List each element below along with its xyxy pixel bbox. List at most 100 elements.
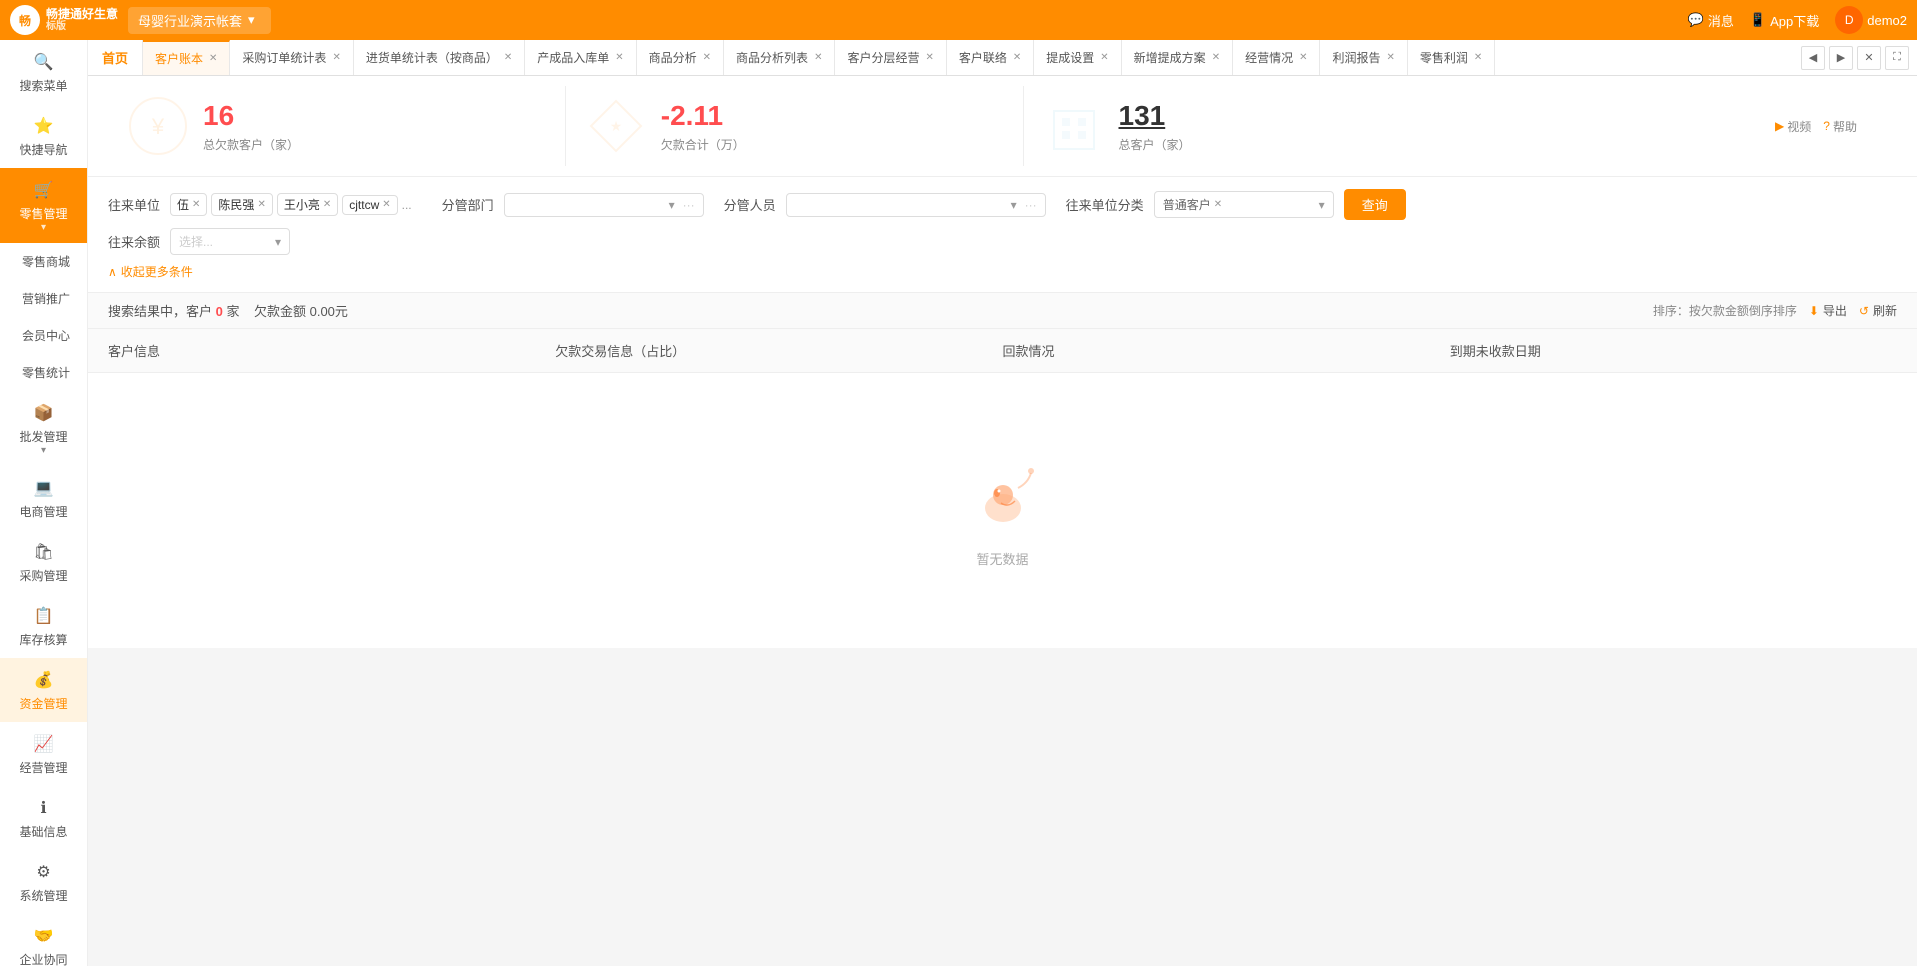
clipboard-icon: 📋 <box>32 604 56 628</box>
remove-tag-1[interactable]: ✕ <box>257 199 265 210</box>
remove-tag-2[interactable]: ✕ <box>323 199 331 210</box>
tab-prev-button[interactable]: ◀ <box>1801 46 1825 70</box>
content-area: 首页 客户账本 ✕ 采购订单统计表 ✕ 进货单统计表（按商品） ✕ 产成品入库单… <box>88 40 1917 966</box>
remove-tag-0[interactable]: ✕ <box>192 199 200 210</box>
more-icon[interactable]: ··· <box>1025 198 1037 212</box>
close-icon[interactable]: ✕ <box>504 52 512 63</box>
tab-next-button[interactable]: ▶ <box>1829 46 1853 70</box>
sort-label[interactable]: 排序：按欠款金额倒序排序 <box>1653 302 1797 319</box>
video-button[interactable]: ▶ 视频 <box>1775 118 1811 135</box>
stat-value-debt: -2.11 <box>661 99 745 133</box>
tab-product-entry[interactable]: 产成品入库单 ✕ <box>525 40 636 76</box>
stat-info-customers: 16 总欠款客户（家） <box>203 99 299 154</box>
sidebar-item-purchase[interactable]: 🛍 采购管理 <box>0 530 87 594</box>
filter-balance-label: 往来余额 <box>108 232 160 251</box>
close-icon[interactable]: ✕ <box>209 53 217 64</box>
close-icon[interactable]: ✕ <box>332 52 340 63</box>
tab-product-list[interactable]: 商品分析列表 ✕ <box>724 40 835 76</box>
sidebar-item-retail[interactable]: 🛒 零售管理 ▾ <box>0 168 87 243</box>
close-icon[interactable]: ✕ <box>615 52 623 63</box>
app-download-button[interactable]: 📱 App下载 <box>1750 11 1819 30</box>
filter-person-select[interactable]: ▾ ··· <box>786 193 1046 217</box>
filter-balance-select[interactable]: 选择... ▾ <box>170 228 290 255</box>
collapse-button[interactable]: ∧ 收起更多条件 <box>108 263 1897 280</box>
sidebar-item-retailmall[interactable]: 零售商城 <box>0 243 87 280</box>
sidebar-item-quicknav[interactable]: ⭐ 快捷导航 <box>0 104 87 168</box>
stat-label-debt: 欠款合计（万） <box>661 136 745 153</box>
tab-maximize-button[interactable]: ⛶ <box>1885 46 1909 70</box>
empty-text: 暂无数据 <box>976 549 1028 568</box>
tab-commission-setup[interactable]: 提成设置 ✕ <box>1034 40 1121 76</box>
tab-operations[interactable]: 经营情况 ✕ <box>1233 40 1320 76</box>
col-repay-header: 回款情况 <box>1003 341 1450 360</box>
sidebar-item-basic[interactable]: ℹ 基础信息 <box>0 786 87 850</box>
sidebar-item-wholesale[interactable]: 📦 批发管理 ▾ <box>0 391 87 466</box>
tab-close-all-button[interactable]: ✕ <box>1857 46 1881 70</box>
sidebar-item-label: 零售商城 <box>22 253 70 270</box>
avatar: D <box>1835 6 1863 34</box>
filter-unit-more[interactable]: ... <box>402 198 412 212</box>
tab-customer-account[interactable]: 客户账本 ✕ <box>143 40 230 76</box>
selector-label: 母婴行业演示帐套 <box>138 11 242 30</box>
tab-label: 零售利润 <box>1420 49 1468 66</box>
building-icon <box>1044 96 1104 156</box>
close-icon[interactable]: ✕ <box>1299 52 1307 63</box>
top-bar: 畅 畅捷通好生意 标版 母婴行业演示帐套 ▾ 💬 消息 📱 App下载 D de… <box>0 0 1917 40</box>
sidebar-item-system[interactable]: ⚙ 系统管理 <box>0 850 87 914</box>
close-icon[interactable]: ✕ <box>1387 52 1395 63</box>
message-button[interactable]: 💬 消息 <box>1688 11 1734 30</box>
sidebar-item-label: 企业协同 <box>19 951 67 966</box>
tab-customer-contact[interactable]: 客户联络 ✕ <box>947 40 1034 76</box>
help-button[interactable]: ? 帮助 <box>1823 118 1857 135</box>
filter-dept-select[interactable]: ▾ ··· <box>504 193 704 217</box>
tab-inventory-stats[interactable]: 进货单统计表（按商品） ✕ <box>354 40 525 76</box>
refresh-button[interactable]: ↺ 刷新 <box>1859 302 1897 319</box>
user-area[interactable]: D demo2 <box>1835 6 1907 34</box>
tab-label: 客户联络 <box>959 49 1007 66</box>
filter-category-select[interactable]: 普通客户 ✕ ▾ <box>1154 191 1334 218</box>
sidebar-item-membership[interactable]: 会员中心 <box>0 317 87 354</box>
tab-retail-profit[interactable]: 零售利润 ✕ <box>1408 40 1495 76</box>
tab-product-analysis[interactable]: 商品分析 ✕ <box>637 40 724 76</box>
table-header: 客户信息 欠款交易信息（占比） 回款情况 到期未收款日期 <box>88 329 1917 373</box>
close-icon[interactable]: ✕ <box>925 52 933 63</box>
sidebar-item-marketing[interactable]: 营销推广 <box>0 280 87 317</box>
sidebar-item-label: 会员中心 <box>22 327 70 344</box>
export-button[interactable]: ⬇ 导出 <box>1809 302 1847 319</box>
tab-add-commission[interactable]: 新增提成方案 ✕ <box>1122 40 1233 76</box>
tab-profit-report[interactable]: 利润报告 ✕ <box>1320 40 1407 76</box>
tab-purchase-stats[interactable]: 采购订单统计表 ✕ <box>230 40 353 76</box>
close-icon[interactable]: ✕ <box>703 52 711 63</box>
sidebar-item-collab[interactable]: 🤝 企业协同 <box>0 914 87 966</box>
sidebar-item-operations[interactable]: 📈 经营管理 <box>0 722 87 786</box>
sidebar-item-search[interactable]: 🔍 搜索菜单 <box>0 40 87 104</box>
sidebar-item-ecommerce[interactable]: 💻 电商管理 <box>0 466 87 530</box>
tab-home[interactable]: 首页 <box>88 40 143 76</box>
close-icon[interactable]: ✕ <box>814 52 822 63</box>
sidebar-item-inventory[interactable]: 📋 库存核算 <box>0 594 87 658</box>
chevron-down-icon: ▾ <box>1011 198 1017 212</box>
play-icon: ▶ <box>1775 119 1784 133</box>
search-icon: 🔍 <box>32 50 56 74</box>
close-icon[interactable]: ✕ <box>1100 52 1108 63</box>
filter-tag-3: cjttcw ✕ <box>342 195 397 215</box>
col-debt-header: 欠款交易信息（占比） <box>555 341 1002 360</box>
chart-icon: 📈 <box>32 732 56 756</box>
account-selector[interactable]: 母婴行业演示帐套 ▾ <box>128 7 271 34</box>
help-label: 帮助 <box>1833 118 1857 135</box>
tab-label: 采购订单统计表 <box>242 49 326 66</box>
query-button[interactable]: 查询 <box>1344 189 1406 220</box>
close-icon[interactable]: ✕ <box>1013 52 1021 63</box>
sidebar-item-label: 批发管理 <box>19 428 67 445</box>
remove-category-tag[interactable]: ✕ <box>1214 199 1222 210</box>
tab-customer-tier[interactable]: 客户分层经营 ✕ <box>835 40 946 76</box>
sidebar-item-retailstats[interactable]: 零售统计 <box>0 354 87 391</box>
more-icon[interactable]: ··· <box>683 198 695 212</box>
user-name: demo2 <box>1867 13 1907 28</box>
close-icon[interactable]: ✕ <box>1212 52 1220 63</box>
close-icon[interactable]: ✕ <box>1474 52 1482 63</box>
collapse-label: 收起更多条件 <box>121 263 193 280</box>
filter-tag-2: 王小亮 ✕ <box>277 193 338 216</box>
remove-tag-3[interactable]: ✕ <box>382 199 390 210</box>
sidebar-item-finance[interactable]: 💰 资金管理 <box>0 658 87 722</box>
